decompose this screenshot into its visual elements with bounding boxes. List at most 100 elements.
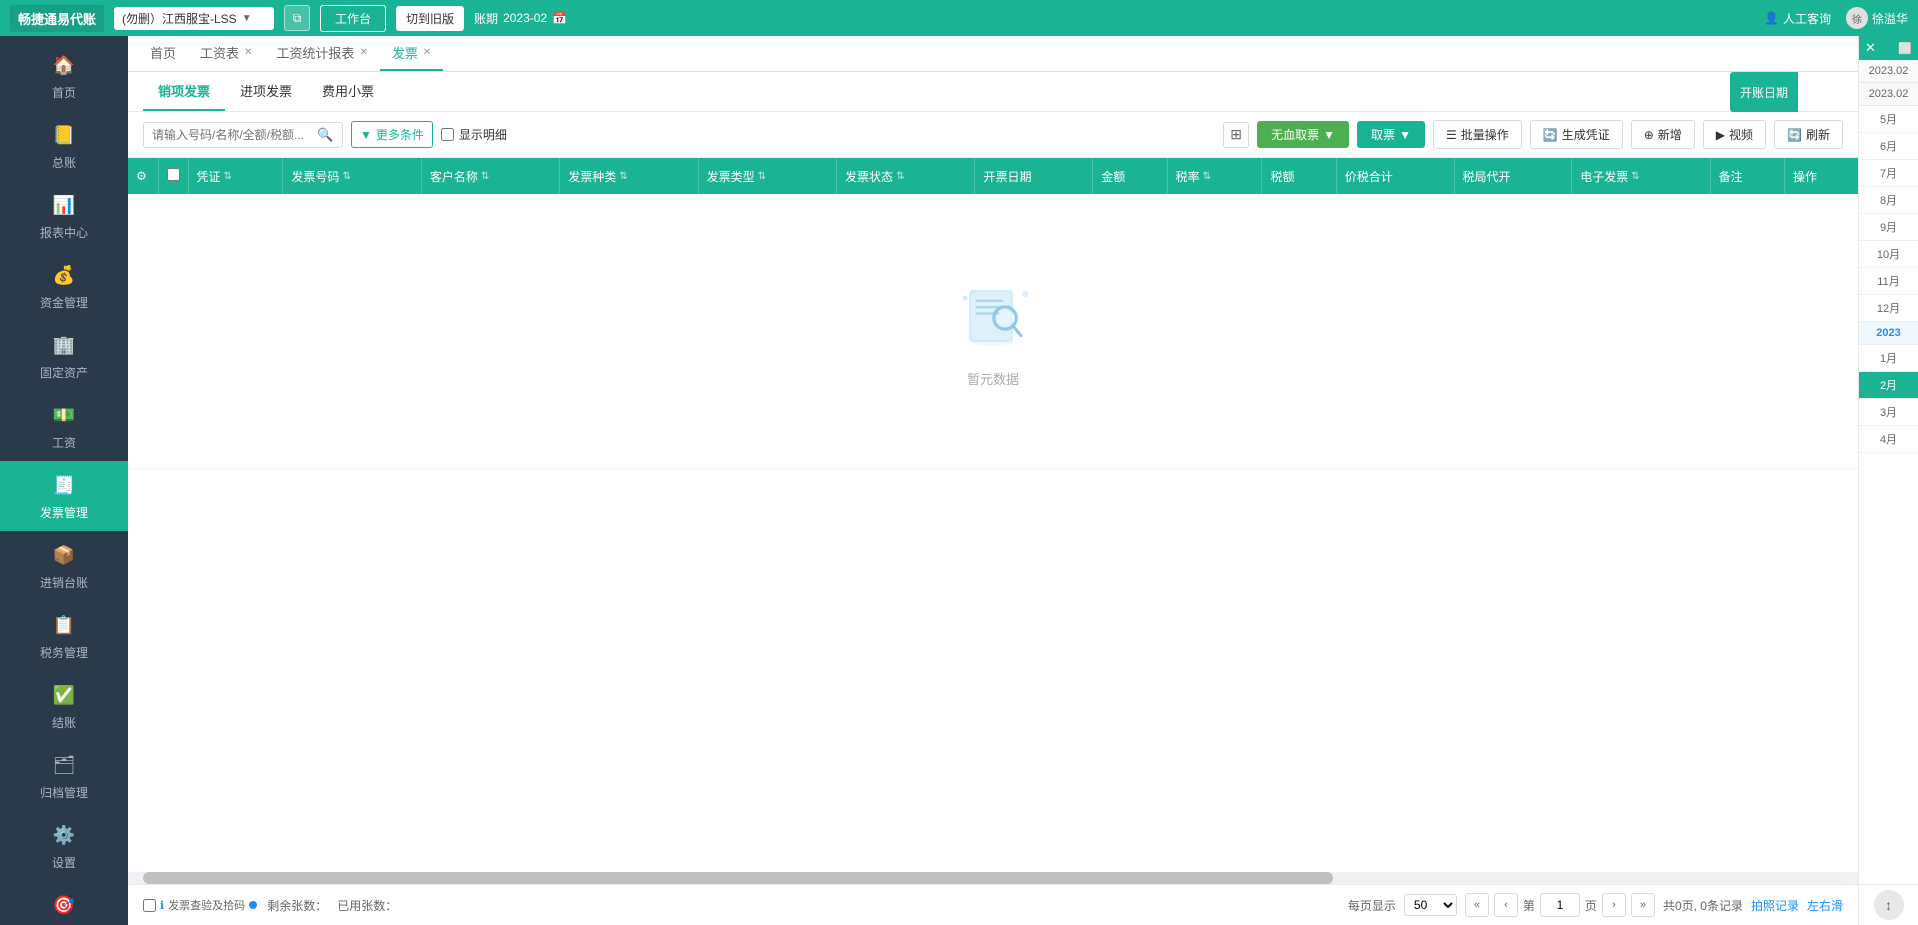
period-month-12[interactable]: 12月	[1859, 295, 1918, 322]
user-menu[interactable]: 徐 徐溢华	[1846, 7, 1908, 29]
gen-voucher-icon: 🔄	[1543, 128, 1558, 142]
add-button[interactable]: ⊕ 新增	[1631, 120, 1695, 149]
col-tax: 税额	[1262, 158, 1336, 194]
empty-icon	[943, 274, 1043, 354]
company-selector[interactable]: (勿删）江西服宝-LSS ▼	[114, 7, 274, 30]
e-invoice-sort-icon[interactable]: ⇅	[1631, 171, 1639, 182]
tab-salary-stats-close[interactable]: ✕	[359, 47, 367, 58]
show-detail-checkbox[interactable]: 显示明细	[441, 126, 507, 143]
col-amount: 金额	[1093, 158, 1167, 194]
copy-button[interactable]: ⧉	[284, 5, 310, 31]
sidebar-item-tax[interactable]: 📋 税务管理	[0, 601, 128, 671]
grid-view-icon[interactable]: ⊞	[1223, 122, 1249, 148]
tab-invoice[interactable]: 发票 ✕	[380, 36, 443, 71]
get-ticket-button[interactable]: 取票 ▼	[1357, 121, 1425, 148]
period-month-2023-1[interactable]: 1月	[1859, 345, 1918, 372]
search-icon[interactable]: 🔍	[317, 127, 333, 143]
verify-checkbox[interactable]	[143, 899, 156, 912]
period-month-2023-4[interactable]: 4月	[1859, 426, 1918, 453]
refresh-label: 刷新	[1806, 126, 1830, 143]
period-month-6[interactable]: 6月	[1859, 133, 1918, 160]
top-bar-right: 👤 人工客询 徐 徐溢华	[1764, 7, 1908, 29]
inner-tab-expense[interactable]: 费用小票	[307, 72, 389, 111]
tab-invoice-close[interactable]: ✕	[423, 47, 431, 58]
sidebar-label-fund: 资金管理	[40, 294, 88, 311]
period-year-2023-02-first[interactable]: 2023.02	[1859, 60, 1918, 83]
period-month-11[interactable]: 11月	[1859, 268, 1918, 295]
video-button[interactable]: ▶ 视频	[1703, 120, 1766, 149]
period-month-2023-2[interactable]: 2月	[1859, 372, 1918, 399]
invoice-status-sort-icon[interactable]: ⇅	[896, 171, 904, 182]
sidebar-item-fund[interactable]: 💰 资金管理	[0, 251, 128, 321]
last-page-button[interactable]: »	[1631, 893, 1655, 917]
sidebar-item-home[interactable]: 🏠 首页	[0, 41, 128, 111]
customer-service[interactable]: 👤 人工客询	[1764, 10, 1831, 27]
filter-button[interactable]: ▼ 更多条件	[351, 121, 433, 148]
col-settings[interactable]: ⚙	[128, 158, 158, 194]
prev-page-button[interactable]: ‹	[1494, 893, 1518, 917]
horizontal-scrollbar[interactable]	[143, 872, 1843, 884]
col-tax-office: 税局代开	[1454, 158, 1572, 194]
period-month-5[interactable]: 5月	[1859, 106, 1918, 133]
period-month-8[interactable]: 8月	[1859, 187, 1918, 214]
invoice-no-sort-icon[interactable]: ⇅	[342, 171, 350, 182]
inner-tab-purchase[interactable]: 进项发票	[225, 72, 307, 111]
tab-salary-table-close[interactable]: ✕	[244, 47, 252, 58]
select-all-checkbox[interactable]	[167, 168, 180, 181]
verify-dot	[249, 901, 257, 909]
invoice-type-sort-icon[interactable]: ⇅	[619, 171, 627, 182]
close-panel-button[interactable]: ✕	[1865, 40, 1876, 56]
sidebar-item-ledger[interactable]: 📒 总账	[0, 111, 128, 181]
tax-rate-sort-icon[interactable]: ⇅	[1203, 171, 1211, 182]
customer-sort-icon[interactable]: ⇅	[481, 171, 489, 182]
invoice-category-sort-icon[interactable]: ⇅	[758, 171, 766, 182]
tab-salary-stats[interactable]: 工资统计报表 ✕	[264, 36, 379, 71]
circle-action-icon[interactable]: ↕	[1874, 890, 1904, 920]
sidebar-item-asset[interactable]: 🏢 固定资产	[0, 321, 128, 391]
sidebar-item-invoice[interactable]: 🧾 发票管理	[0, 461, 128, 531]
video-label: 视频	[1729, 126, 1753, 143]
left-right-link[interactable]: 左右滑	[1807, 897, 1843, 914]
period-month-7[interactable]: 7月	[1859, 160, 1918, 187]
sidebar-item-settlement[interactable]: ✅ 结账	[0, 671, 128, 741]
period-year-2023-02-second[interactable]: 2023.02	[1859, 83, 1918, 106]
refresh-button[interactable]: 🔄 刷新	[1774, 120, 1843, 149]
show-detail-input[interactable]	[441, 128, 454, 141]
sidebar-item-salary[interactable]: 💵 工资	[0, 391, 128, 461]
no-ticket-button[interactable]: 无血取票 ▼	[1257, 121, 1349, 148]
period-month-10[interactable]: 10月	[1859, 241, 1918, 268]
search-input[interactable]	[152, 128, 312, 142]
page-number-input[interactable]	[1540, 893, 1580, 917]
batch-op-label: 批量操作	[1461, 126, 1509, 143]
sidebar-item-guide[interactable]: 🎯 新手引导	[0, 881, 128, 925]
service-icon: 👤	[1764, 11, 1779, 25]
sidebar-item-purchase[interactable]: 📦 进销台账	[0, 531, 128, 601]
pagination: « ‹ 第 页 › »	[1465, 893, 1655, 917]
import-log-link[interactable]: 拍照记录	[1751, 897, 1799, 914]
open-period-button[interactable]: 开账日期	[1730, 72, 1798, 112]
per-page-label: 每页显示	[1348, 897, 1396, 914]
sidebar-item-settings[interactable]: ⚙️ 设置	[0, 811, 128, 881]
voucher-sort-icon[interactable]: ⇅	[224, 171, 232, 182]
sidebar-label-salary: 工资	[52, 434, 76, 451]
per-page-select[interactable]: 50 10 20 100	[1404, 894, 1457, 916]
sidebar-item-archive[interactable]: 🗂 归档管理	[0, 741, 128, 811]
col-checkbox[interactable]	[158, 158, 188, 194]
gen-voucher-button[interactable]: 🔄 生成凭证	[1530, 120, 1623, 149]
expand-panel-icon[interactable]: ⬜	[1898, 42, 1912, 55]
user-name-label: 徐溢华	[1872, 10, 1908, 27]
sidebar-label-settings: 设置	[52, 854, 76, 871]
sidebar-label-archive: 归档管理	[40, 784, 88, 801]
switch-version-button[interactable]: 切到旧版	[396, 6, 464, 31]
inner-tab-sales[interactable]: 销项发票	[143, 72, 225, 111]
batch-op-button[interactable]: ☰ 批量操作	[1433, 120, 1522, 149]
workbench-button[interactable]: 工作台	[320, 5, 386, 32]
tab-salary-table[interactable]: 工资表 ✕	[188, 36, 264, 71]
first-page-button[interactable]: «	[1465, 893, 1489, 917]
period-month-2023-3[interactable]: 3月	[1859, 399, 1918, 426]
period-month-9[interactable]: 9月	[1859, 214, 1918, 241]
next-page-button[interactable]: ›	[1602, 893, 1626, 917]
sidebar-item-report[interactable]: 📊 报表中心	[0, 181, 128, 251]
calendar-icon[interactable]: 📅	[552, 11, 567, 25]
tab-home[interactable]: 首页	[138, 36, 188, 71]
